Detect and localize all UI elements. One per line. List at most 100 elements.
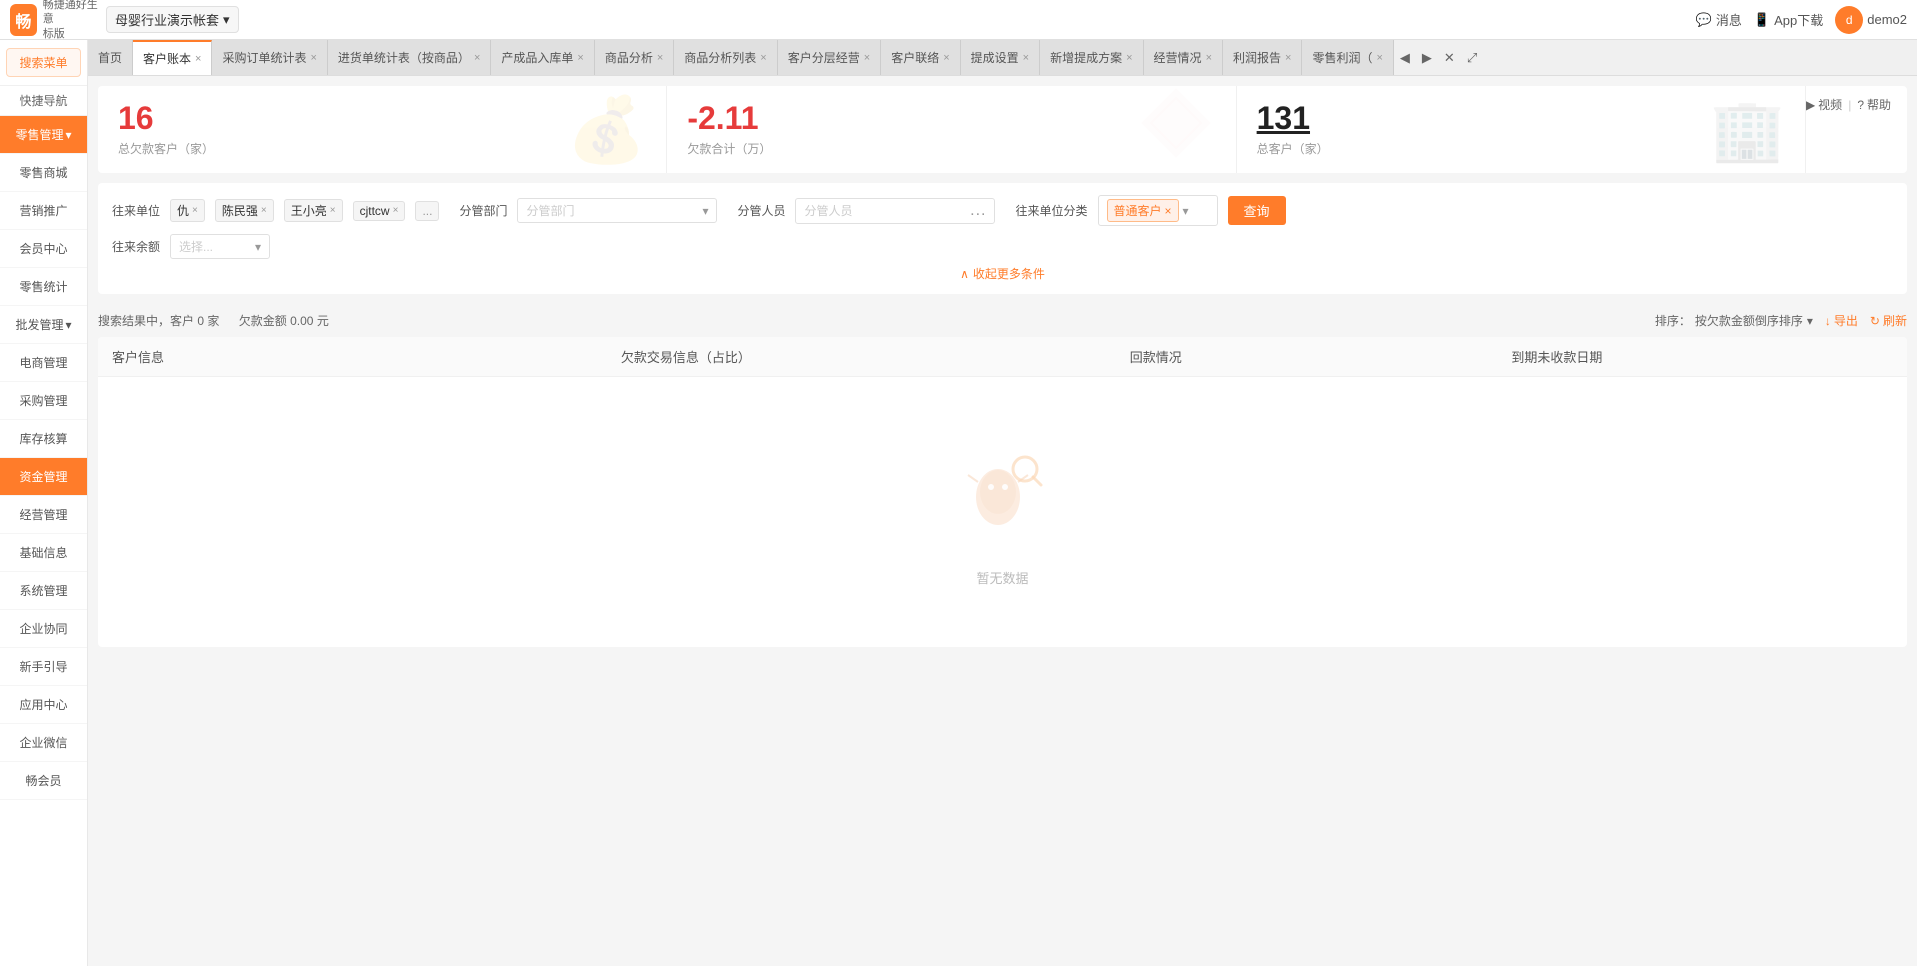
tab-close-customer-accounts[interactable]: × — [195, 53, 201, 65]
sidebar-item-guide[interactable]: 新手引导 — [0, 648, 87, 686]
tag-close-qiu[interactable]: × — [192, 205, 198, 216]
tab-product-entry[interactable]: 产成品入库单 × — [491, 40, 594, 75]
header-actions: ▶ 视频 | ? 帮助 — [1806, 86, 1907, 113]
sidebar-item-retail-mgmt[interactable]: 零售管理 ▾ — [0, 116, 87, 154]
message-btn[interactable]: 💬 消息 — [1696, 10, 1742, 29]
tab-customer-contact[interactable]: 客户联络 × — [881, 40, 960, 75]
filter-tag-wang[interactable]: 王小亮 × — [284, 199, 343, 222]
tab-close-profit-report[interactable]: × — [1285, 52, 1291, 64]
tag-close-cjttcw[interactable]: × — [393, 205, 399, 216]
sidebar-item-app-center[interactable]: 应用中心 — [0, 686, 87, 724]
tab-close-new-promo[interactable]: × — [1126, 52, 1132, 64]
table-header: 客户信息 欠款交易信息（占比） 回款情况 到期未收款日期 — [98, 337, 1907, 377]
chevron-down-icon: ▾ — [255, 240, 261, 254]
export-icon: ↓ — [1825, 314, 1831, 328]
tab-close-goods-stat[interactable]: × — [474, 52, 480, 64]
tab-goods-analysis[interactable]: 商品分析 × — [595, 40, 674, 75]
sidebar-item-operations[interactable]: 经营管理 — [0, 496, 87, 534]
person-select[interactable]: 分管人员 ... — [795, 198, 995, 224]
sidebar-search-area: 搜索菜单 — [0, 40, 87, 86]
tab-nav-prev[interactable]: ◀ — [1394, 40, 1416, 75]
sidebar-item-batch-mgmt[interactable]: 批发管理 ▾ — [0, 306, 87, 344]
tab-profit-report[interactable]: 利润报告 × — [1223, 40, 1302, 75]
tab-goods-analysis-list[interactable]: 商品分析列表 × — [674, 40, 777, 75]
logo-area: 畅 畅捷通好生意 标版 — [10, 0, 98, 41]
query-button[interactable]: 查询 — [1228, 196, 1286, 225]
unit-class-select[interactable]: 普通客户 × ▾ — [1098, 195, 1218, 226]
video-icon: ▶ — [1806, 98, 1815, 112]
sidebar-item-vip[interactable]: 畅会员 — [0, 762, 87, 800]
tab-customer-tier[interactable]: 客户分层经营 × — [778, 40, 881, 75]
tag-close-wang[interactable]: × — [330, 205, 336, 216]
user-avatar-area[interactable]: d demo2 — [1835, 6, 1907, 34]
sidebar-item-ecom[interactable]: 电商管理 — [0, 344, 87, 382]
col-header-repayment: 回款情况 — [1130, 347, 1512, 366]
filter-tag-cjttcw[interactable]: cjttcw × — [353, 201, 406, 221]
table-empty: 暂无数据 — [98, 377, 1907, 647]
tab-expand[interactable]: ⤢ — [1461, 40, 1483, 75]
sidebar-item-purchase[interactable]: 采购管理 — [0, 382, 87, 420]
tab-new-promo[interactable]: 新增提成方案 × — [1040, 40, 1143, 75]
tab-promotion-setting[interactable]: 提成设置 × — [961, 40, 1040, 75]
filter-tags-more[interactable]: ... — [415, 201, 439, 221]
tab-close-product-entry[interactable]: × — [577, 52, 583, 64]
account-selector[interactable]: 母婴行业演示帐套 ▾ — [106, 6, 239, 33]
cat-tag-normal[interactable]: 普通客户 × — [1107, 199, 1179, 222]
stat-value-total-customers: 131 — [1257, 102, 1310, 134]
filter-row-1: 往来单位 仇 × 陈民强 × 王小亮 × cjttcw — [112, 195, 1893, 226]
tab-close-goods-analysis-list[interactable]: × — [760, 52, 766, 64]
tag-close-chen[interactable]: × — [261, 205, 267, 216]
tab-nav-next[interactable]: ▶ — [1416, 40, 1438, 75]
tab-close-customer-contact[interactable]: × — [943, 52, 949, 64]
search-menu-btn[interactable]: 搜索菜单 — [6, 48, 81, 77]
col-header-due-date: 到期未收款日期 — [1511, 347, 1893, 366]
tag-close-normal[interactable]: × — [1165, 204, 1172, 218]
sidebar-item-inventory[interactable]: 库存核算 — [0, 420, 87, 458]
sort-btn[interactable]: 排序： 按欠款金额倒序排序 ▾ — [1655, 312, 1813, 329]
refresh-btn[interactable]: ↻ 刷新 — [1870, 312, 1907, 329]
tab-operation-status[interactable]: 经营情况 × — [1144, 40, 1223, 75]
sidebar-item-corp[interactable]: 企业协同 — [0, 610, 87, 648]
sidebar-item-wechat[interactable]: 企业微信 — [0, 724, 87, 762]
col-header-customer-info: 客户信息 — [112, 347, 621, 366]
filter-tag-chen[interactable]: 陈民强 × — [215, 199, 274, 222]
sidebar-item-retail-stat[interactable]: 零售统计 — [0, 268, 87, 306]
sidebar-item-marketing[interactable]: 营销推广 — [0, 192, 87, 230]
help-btn[interactable]: ? 帮助 — [1857, 96, 1891, 113]
sidebar-item-basic[interactable]: 基础信息 — [0, 534, 87, 572]
filter-tag-qiu[interactable]: 仇 × — [170, 199, 205, 222]
remainder-select[interactable]: 选择... ▾ — [170, 234, 270, 259]
tab-close-purchase-order[interactable]: × — [310, 52, 316, 64]
chevron-up-icon: ∧ — [960, 267, 969, 281]
stat-label-debt-customers: 总欠款客户（家） — [118, 140, 214, 157]
empty-text: 暂无数据 — [976, 568, 1028, 587]
sidebar-item-member[interactable]: 会员中心 — [0, 230, 87, 268]
sidebar-item-finance[interactable]: 资金管理 — [0, 458, 87, 496]
tab-close-operation-status[interactable]: × — [1206, 52, 1212, 64]
tab-close-retail-profit[interactable]: × — [1376, 52, 1382, 64]
sidebar-item-retail-mall[interactable]: 零售商城 — [0, 154, 87, 192]
tab-purchase-order[interactable]: 采购订单统计表 × — [212, 40, 327, 75]
tab-customer-accounts[interactable]: 客户账本 × — [133, 40, 212, 75]
collapse-btn[interactable]: ∧ 收起更多条件 — [960, 265, 1045, 282]
tab-goods-stat[interactable]: 进货单统计表（按商品） × — [328, 40, 491, 75]
tab-close-customer-tier[interactable]: × — [864, 52, 870, 64]
tab-close-all[interactable]: ✕ — [1438, 40, 1461, 75]
chevron-down-icon: ▾ — [1183, 204, 1189, 218]
sidebar-quick-nav[interactable]: 快捷导航 — [0, 86, 87, 116]
tab-retail-profit[interactable]: 零售利润（ × — [1302, 40, 1393, 75]
person-label: 分管人员 — [737, 202, 785, 219]
stat-label-total-customers: 总客户（家） — [1257, 140, 1329, 157]
stats-row: 💰 16 总欠款客户（家） -2.11 欠款合计（万） 🏢 131 — [98, 86, 1907, 173]
person-dots[interactable]: ... — [970, 202, 986, 220]
chevron-icon: ▾ — [65, 128, 71, 142]
sidebar-item-system[interactable]: 系统管理 — [0, 572, 87, 610]
app-download-btn[interactable]: 📱 App下载 — [1754, 10, 1823, 29]
tab-close-promotion-setting[interactable]: × — [1023, 52, 1029, 64]
tab-home[interactable]: 首页 — [88, 40, 133, 75]
video-btn[interactable]: ▶ 视频 — [1806, 96, 1842, 113]
tab-close-goods-analysis[interactable]: × — [657, 52, 663, 64]
stat-bg-icon-1: 💰 — [567, 92, 647, 167]
export-btn[interactable]: ↓ 导出 — [1825, 312, 1858, 329]
dept-select[interactable]: 分管部门 ▾ — [517, 198, 717, 223]
